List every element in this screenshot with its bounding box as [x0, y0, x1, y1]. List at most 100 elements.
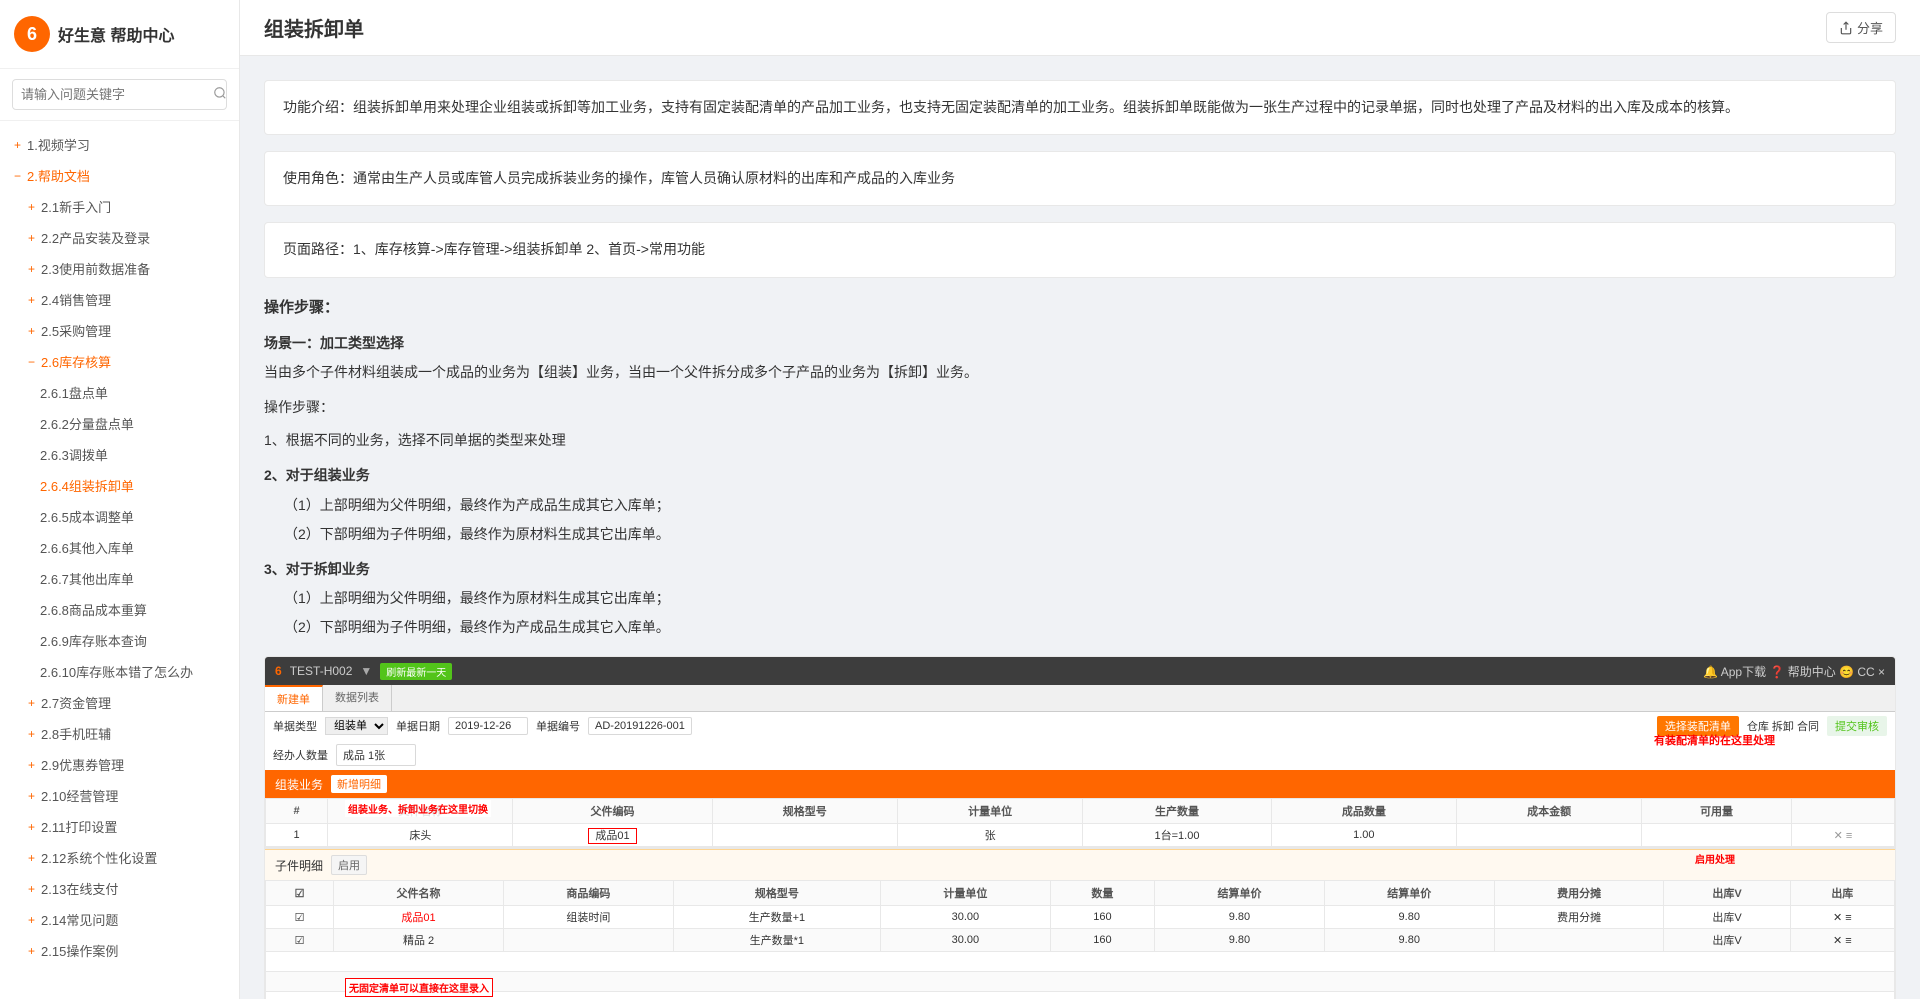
sidebar-item-nav-2-6-10[interactable]: 2.6.10库存账本错了怎么办 — [0, 656, 239, 687]
th-qty: 计量单位 — [897, 799, 1082, 824]
th-l-code: 商品编码 — [503, 881, 673, 906]
sim-btn-submit: 提交审核 — [1827, 716, 1887, 736]
td-empty — [266, 952, 1895, 972]
th-total-cost: 成本金额 — [1456, 799, 1641, 824]
sidebar-item-nav-2-6-7[interactable]: 2.6.7其他出库单 — [0, 563, 239, 594]
th-box-qty: 生产数量 — [1083, 799, 1271, 824]
sim-test-id: TEST-H002 — [290, 664, 353, 678]
prefix-icon: + — [28, 944, 35, 958]
sidebar-item-nav-2-2[interactable]: + 2.2产品安装及登录 — [0, 222, 239, 253]
annotation-direct-input: 无固定清单可以直接在这里录入 — [345, 978, 493, 997]
td-l-spec2: 生产数量*1 — [673, 929, 880, 952]
td-l-op1: ✕ ≡ — [1790, 906, 1894, 929]
nav-item-label: 2.6.1盘点单 — [40, 383, 108, 402]
sidebar-item-nav-2-6-3[interactable]: 2.6.3调拨单 — [0, 439, 239, 470]
th-l-cost2: 结算单价 — [1324, 881, 1494, 906]
sim-annotation-area1: 经办人数量 成品 1张 有装配清单的在这里处理 — [265, 740, 1895, 770]
sidebar-item-nav-2-4[interactable]: + 2.4销售管理 — [0, 284, 239, 315]
step2-sub1: （1）上部明细为父件明细，最终作为产成品生成其它入库单； — [264, 493, 1896, 518]
sidebar-item-nav-2-7[interactable]: + 2.7资金管理 — [0, 687, 239, 718]
table-row — [266, 952, 1895, 972]
sidebar-item-nav-2-6-6[interactable]: 2.6.6其他入库单 — [0, 532, 239, 563]
nav-item-label: 2.帮助文档 — [27, 166, 90, 185]
td-l-check2: ☑ — [266, 929, 334, 952]
scene1-desc: 当由多个子件材料组装成一个成品的业务为【组装】业务，当由一个父件拆分成多个子产品… — [264, 360, 1896, 385]
nav-item-label: 2.6.5成本调整单 — [40, 507, 134, 526]
step3-text: 3、对于拆卸业务 — [264, 557, 1896, 582]
td-name: 床头 — [328, 824, 513, 847]
sidebar-item-nav-2-6-2[interactable]: 2.6.2分量盘点单 — [0, 408, 239, 439]
sim-qty-val: 成品 1张 — [336, 744, 416, 766]
th-spec: 规格型号 — [712, 799, 897, 824]
sidebar-item-nav-2-6-9[interactable]: 2.6.9库存账本查询 — [0, 625, 239, 656]
td-spec — [712, 824, 897, 847]
td-cost-amt — [1456, 824, 1641, 847]
nav-item-label: 2.12系统个性化设置 — [41, 848, 157, 867]
nav-item-label: 2.6.10库存账本错了怎么办 — [40, 662, 193, 681]
steps-title: 操作步骤： — [264, 294, 1896, 321]
prefix-icon: − — [28, 355, 35, 369]
td-l-op2: ✕ ≡ — [1790, 929, 1894, 952]
screenshot-container: 6 TEST-H002 ▼ 刷新最新一天 🔔 App下载 ❓ 帮助中心 😊 CC… — [264, 656, 1896, 999]
th-l-parent: 父件名称 — [334, 881, 504, 906]
th-l-check: ☑ — [266, 881, 334, 906]
sidebar-item-nav-2[interactable]: − 2.帮助文档 — [0, 160, 239, 191]
search-button[interactable] — [205, 80, 227, 109]
sidebar-item-nav-2-14[interactable]: + 2.14常见问题 — [0, 904, 239, 935]
td-code-val: 成品01 — [588, 828, 636, 844]
sidebar-item-nav-2-6-5[interactable]: 2.6.5成本调整单 — [0, 501, 239, 532]
td-l-c1-1: 9.80 — [1155, 906, 1325, 929]
search-input[interactable] — [13, 81, 205, 108]
th-l-op: 出库 — [1790, 881, 1894, 906]
role-box: 使用角色：通常由生产人员或库管人员完成拆装业务的操作，库管人员确认原材料的出库和… — [264, 151, 1896, 206]
nav-item-label: 2.6.9库存账本查询 — [40, 631, 147, 650]
td-l-code2 — [503, 929, 673, 952]
sim-tab-2: 数据列表 — [323, 685, 392, 711]
nav-item-label: 2.8手机旺辅 — [41, 724, 111, 743]
search-box[interactable] — [12, 79, 227, 110]
sim-date-val: 2019-12-26 — [448, 717, 528, 735]
sidebar-item-nav-2-1[interactable]: + 2.1新手入门 — [0, 191, 239, 222]
td-l-action1: ✕ ≡ — [1833, 912, 1852, 924]
prefix-icon: + — [28, 758, 35, 772]
sidebar-item-nav-2-5[interactable]: + 2.5采购管理 — [0, 315, 239, 346]
sim-label-num: 单据编号 — [536, 718, 580, 734]
th-l-qty: 数量 — [1050, 881, 1154, 906]
th-l-spec: 规格型号 — [673, 881, 880, 906]
sidebar-item-nav-2-6[interactable]: − 2.6库存核算 — [0, 346, 239, 377]
sidebar-item-nav-2-6-4[interactable]: 2.6.4组装拆卸单 — [0, 470, 239, 501]
prefix-icon: + — [28, 851, 35, 865]
th-op — [1791, 799, 1894, 824]
content-area: 功能介绍：组装拆卸单用来处理企业组装或拆卸等加工业务，支持有固定装配清单的产品加… — [240, 56, 1920, 999]
sidebar-item-nav-1[interactable]: + 1.视频学习 — [0, 129, 239, 160]
sim-header-title: 组装业务 — [275, 776, 323, 793]
prefix-icon: + — [28, 231, 35, 245]
sidebar-item-nav-2-11[interactable]: + 2.11打印设置 — [0, 811, 239, 842]
sidebar-item-nav-2-3[interactable]: + 2.3使用前数据准备 — [0, 253, 239, 284]
prefix-icon: + — [28, 324, 35, 338]
sim-upper-table-area: # 父件名称 父件编码 规格型号 计量单位 生产数量 成品数量 成本金额 可用量 — [265, 798, 1895, 849]
scene1-desc-text: 当由多个子件材料组装成一个成品的业务为【组装】业务，当由一个父件拆分成多个子产品… — [264, 364, 978, 380]
th-l-stkout: 出库V — [1664, 881, 1790, 906]
search-area — [0, 69, 239, 121]
td-l-batch2 — [1494, 929, 1664, 952]
sidebar-item-nav-2-9[interactable]: + 2.9优惠券管理 — [0, 749, 239, 780]
prefix-icon: + — [28, 789, 35, 803]
sidebar-item-nav-2-15[interactable]: + 2.15操作案例 — [0, 935, 239, 966]
sim-tab-bar: 新建单 数据列表 — [265, 685, 1895, 712]
steps-label: 操作步骤： — [264, 395, 1896, 420]
th-parent-code: 父件编码 — [513, 799, 712, 824]
sidebar-item-nav-2-13[interactable]: + 2.13在线支付 — [0, 873, 239, 904]
share-button[interactable]: 分享 — [1826, 12, 1896, 43]
sim-lower-title: 子件明细 — [275, 857, 323, 874]
sim-label-type: 单据类型 — [273, 718, 317, 734]
prefix-icon: + — [28, 727, 35, 741]
sidebar-item-nav-2-10[interactable]: + 2.10经营管理 — [0, 780, 239, 811]
sidebar-item-nav-2-6-8[interactable]: 2.6.8商品成本重算 — [0, 594, 239, 625]
sim-type-select[interactable]: 组装单 — [325, 717, 388, 735]
sim-label-date: 单据日期 — [396, 718, 440, 734]
td-action-icon: ✕ ≡ — [1834, 830, 1853, 842]
sidebar-item-nav-2-6-1[interactable]: 2.6.1盘点单 — [0, 377, 239, 408]
sidebar-item-nav-2-12[interactable]: + 2.12系统个性化设置 — [0, 842, 239, 873]
sidebar-item-nav-2-8[interactable]: + 2.8手机旺辅 — [0, 718, 239, 749]
